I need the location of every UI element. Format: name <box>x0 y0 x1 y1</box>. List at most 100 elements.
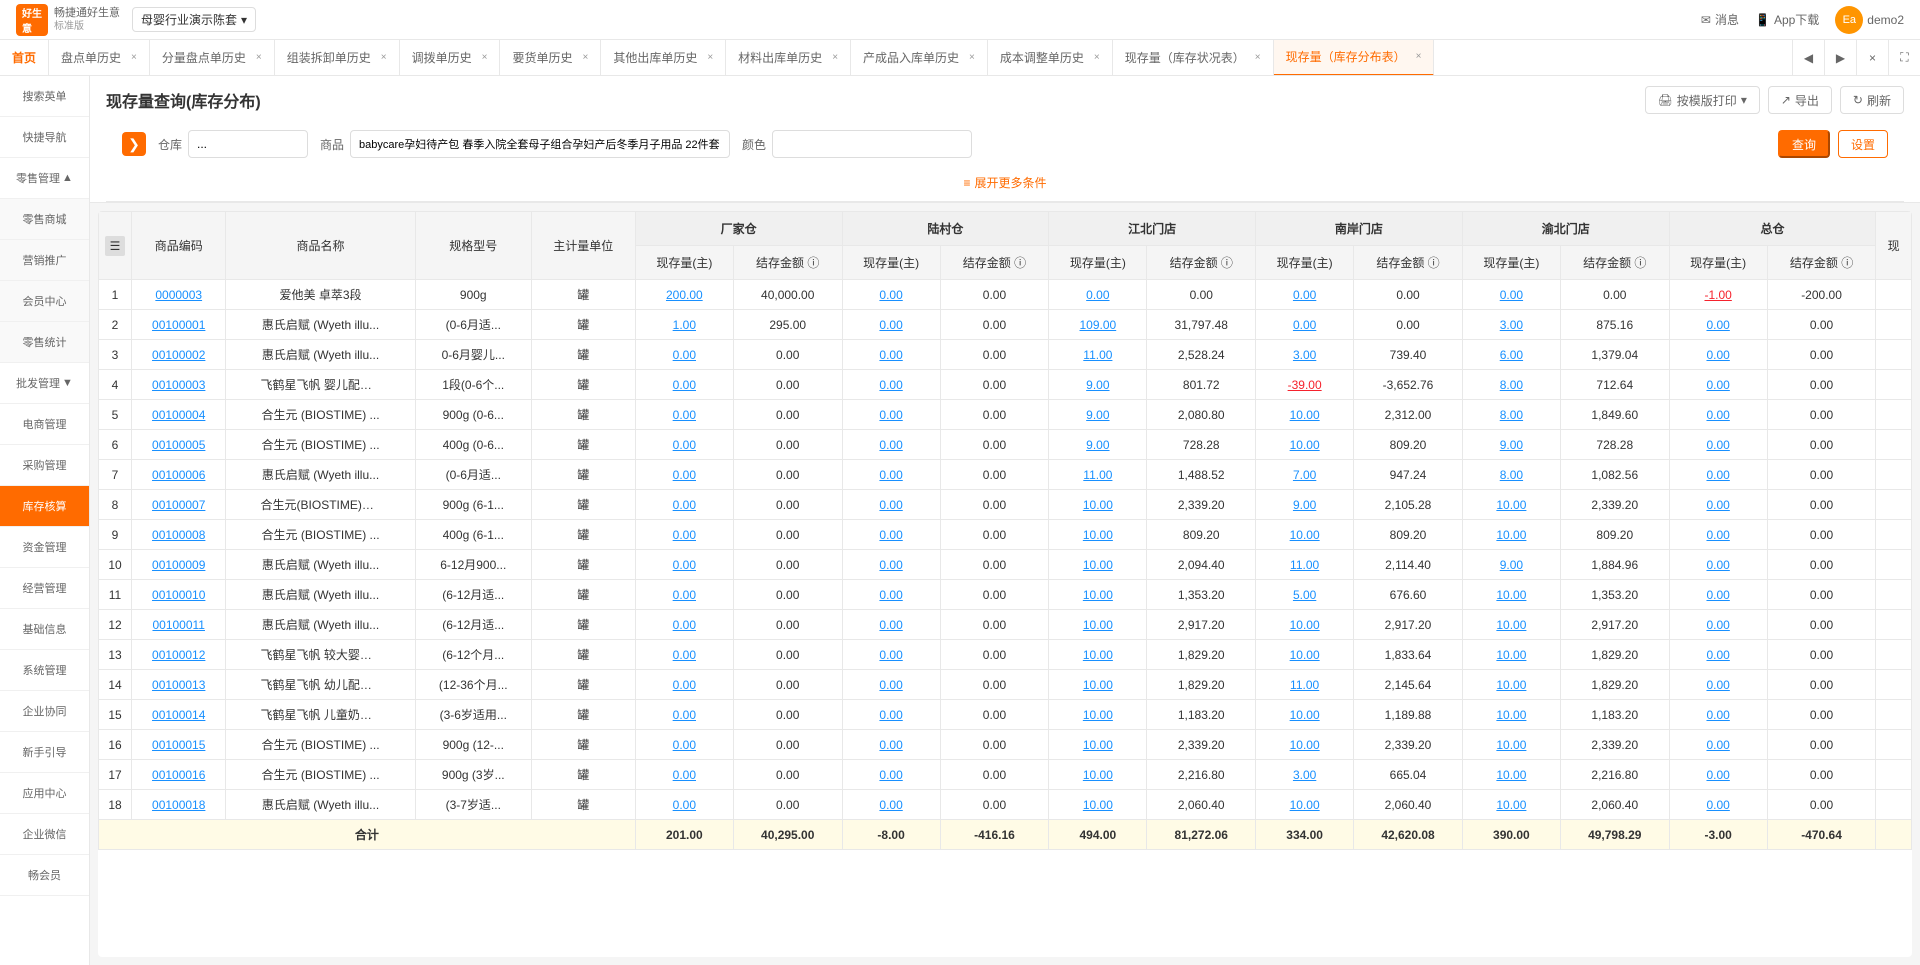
sidebar-item-purchase[interactable]: 采购管理 <box>0 445 89 486</box>
cell-s1-qty: 0.00 <box>1049 280 1147 310</box>
summary-s1-amt: 81,272.06 <box>1147 820 1256 850</box>
cell-s2-qty: 10.00 <box>1256 730 1354 760</box>
cell-s3-qty: 8.00 <box>1462 400 1560 430</box>
goods-input[interactable] <box>350 130 730 158</box>
close-icon[interactable]: × <box>969 52 975 63</box>
tab-partial-inventory-history[interactable]: 分量盘点单历史 × <box>150 40 275 76</box>
sidebar-item-marketing[interactable]: 营销推广 <box>0 240 89 281</box>
sidebar-item-system[interactable]: 系统管理 <box>0 650 89 691</box>
th-extra: 现 <box>1876 212 1912 280</box>
cell-t-qty: 0.00 <box>1669 490 1767 520</box>
cell-spec: 900g (3岁... <box>415 760 531 790</box>
tab-material-outbound-history[interactable]: 材料出库单历史 × <box>726 40 851 76</box>
close-icon[interactable]: × <box>1255 52 1261 63</box>
cell-extra <box>1876 790 1912 820</box>
export-btn[interactable]: ↗ 导出 <box>1768 86 1832 114</box>
nav-prev-btn[interactable]: ◀ <box>1792 40 1824 76</box>
nav-next-btn[interactable]: ▶ <box>1824 40 1856 76</box>
tab-assembly-history[interactable]: 组装拆卸单历史 × <box>275 40 400 76</box>
cell-unit: 罐 <box>531 310 635 340</box>
settings-btn[interactable]: 设置 <box>1838 130 1888 158</box>
warehouse-input[interactable] <box>188 130 308 158</box>
cell-s2-amt: 2,114.40 <box>1354 550 1463 580</box>
summary-row: 合计 201.00 40,295.00 -8.00 -416.16 494.00… <box>99 820 1912 850</box>
close-icon[interactable]: × <box>1094 52 1100 63</box>
color-input[interactable] <box>772 130 972 158</box>
close-icon[interactable]: × <box>832 52 838 63</box>
cell-no: 12 <box>99 610 132 640</box>
close-icon[interactable]: × <box>256 52 262 63</box>
cell-no: 17 <box>99 760 132 790</box>
app-download-btn[interactable]: 📱 App下载 <box>1755 11 1819 28</box>
tab-inventory-status[interactable]: 现存量（库存状况表） × <box>1113 40 1274 76</box>
tab-product-inbound-history[interactable]: 产成品入库单历史 × <box>851 40 988 76</box>
sidebar-item-inventory[interactable]: 库存核算 <box>0 486 89 527</box>
sidebar-item-finance[interactable]: 资金管理 <box>0 527 89 568</box>
cell-t-qty: 0.00 <box>1669 430 1767 460</box>
sidebar-item-basic-info[interactable]: 基础信息 <box>0 609 89 650</box>
table-row: 18 00100018 惠氏启赋 (Wyeth illu... (3-7岁适..… <box>99 790 1912 820</box>
sidebar-item-ecommerce[interactable]: 电商管理 <box>0 404 89 445</box>
cell-s2-qty: 11.00 <box>1256 550 1354 580</box>
query-btn[interactable]: 查询 <box>1778 130 1830 158</box>
cell-s3-qty: 10.00 <box>1462 760 1560 790</box>
sidebar-item-app-center[interactable]: 应用中心 <box>0 773 89 814</box>
cell-w2-amt: 0.00 <box>940 490 1049 520</box>
tab-requisition-history[interactable]: 要货单历史 × <box>500 40 601 76</box>
table-row: 6 00100005 合生元 (BIOSTIME) ... 400g (0-6.… <box>99 430 1912 460</box>
sidebar-item-members2[interactable]: 畅会员 <box>0 855 89 896</box>
cell-s3-qty: 10.00 <box>1462 670 1560 700</box>
filter-row-1: ❯ 仓库 商品 颜色 查询 设置 <box>122 130 1888 158</box>
cell-s3-amt: 0.00 <box>1560 280 1669 310</box>
store-selector[interactable]: 母婴行业演示陈套 ▾ <box>132 7 256 32</box>
sidebar-item-members[interactable]: 会员中心 <box>0 281 89 322</box>
expand-more-conditions[interactable]: ≡ 展开更多条件 <box>122 170 1888 193</box>
cell-t-amt: -200.00 <box>1767 280 1876 310</box>
cell-s1-amt: 1,488.52 <box>1147 460 1256 490</box>
filter-expand-arrow[interactable]: ❯ <box>122 132 146 156</box>
sidebar-item-quicknav[interactable]: 快捷导航 <box>0 117 89 158</box>
sidebar-item-operations[interactable]: 经营管理 <box>0 568 89 609</box>
sidebar-item-retail-stats[interactable]: 零售统计 <box>0 322 89 363</box>
user-area[interactable]: Ea demo2 <box>1835 6 1904 34</box>
sidebar-item-wholesale[interactable]: 批发管理 ▼ <box>0 363 89 404</box>
close-icon[interactable]: × <box>381 52 387 63</box>
sidebar-item-wechat[interactable]: 企业微信 <box>0 814 89 855</box>
nav-close-btn[interactable]: × <box>1856 40 1888 76</box>
cell-s2-qty: 11.00 <box>1256 670 1354 700</box>
close-icon[interactable]: × <box>482 52 488 63</box>
tab-cost-adjustment-history[interactable]: 成本调整单历史 × <box>988 40 1113 76</box>
tab-transfer-history[interactable]: 调拨单历史 × <box>400 40 501 76</box>
close-icon[interactable]: × <box>582 52 588 63</box>
sidebar-item-retail-mall[interactable]: 零售商城 <box>0 199 89 240</box>
sidebar-item-guide[interactable]: 新手引导 <box>0 732 89 773</box>
cell-t-qty: 0.00 <box>1669 340 1767 370</box>
cell-t-qty: 0.00 <box>1669 700 1767 730</box>
cell-unit: 罐 <box>531 790 635 820</box>
refresh-btn[interactable]: ↻ 刷新 <box>1840 86 1904 114</box>
sidebar-item-retail[interactable]: 零售管理 ▲ <box>0 158 89 199</box>
th-settings[interactable]: ☰ <box>99 212 132 280</box>
cell-w1-qty: 0.00 <box>635 430 733 460</box>
tab-inventory-count-history[interactable]: 盘点单历史 × <box>49 40 150 76</box>
settings-icon[interactable]: ☰ <box>105 236 125 256</box>
sidebar-item-enterprise[interactable]: 企业协同 <box>0 691 89 732</box>
cell-unit: 罐 <box>531 670 635 700</box>
cell-s1-qty: 10.00 <box>1049 610 1147 640</box>
tab-inventory-distribution[interactable]: 现存量（库存分布表） × <box>1274 40 1435 76</box>
close-icon[interactable]: × <box>131 52 137 63</box>
tab-home[interactable]: 首页 <box>0 40 49 76</box>
print-btn[interactable]: 🖨 按模版打印 ▾ <box>1645 86 1760 114</box>
cell-unit: 罐 <box>531 610 635 640</box>
tab-other-outbound-history[interactable]: 其他出库单历史 × <box>601 40 726 76</box>
th-spec: 规格型号 <box>415 212 531 280</box>
th-w2-amt: 结存金额 ⓘ <box>940 246 1049 280</box>
sidebar-item-search[interactable]: 搜索英单 <box>0 76 89 117</box>
close-icon[interactable]: × <box>707 52 713 63</box>
message-icon: ✉ <box>1701 13 1711 27</box>
message-btn[interactable]: ✉ 消息 <box>1701 11 1739 28</box>
cell-s2-amt: 809.20 <box>1354 430 1463 460</box>
nav-expand-btn[interactable]: ⛶ <box>1888 40 1920 76</box>
close-icon[interactable]: × <box>1416 51 1422 62</box>
logo-area: 好生意 畅捷通好生意 标准版 <box>16 4 120 36</box>
